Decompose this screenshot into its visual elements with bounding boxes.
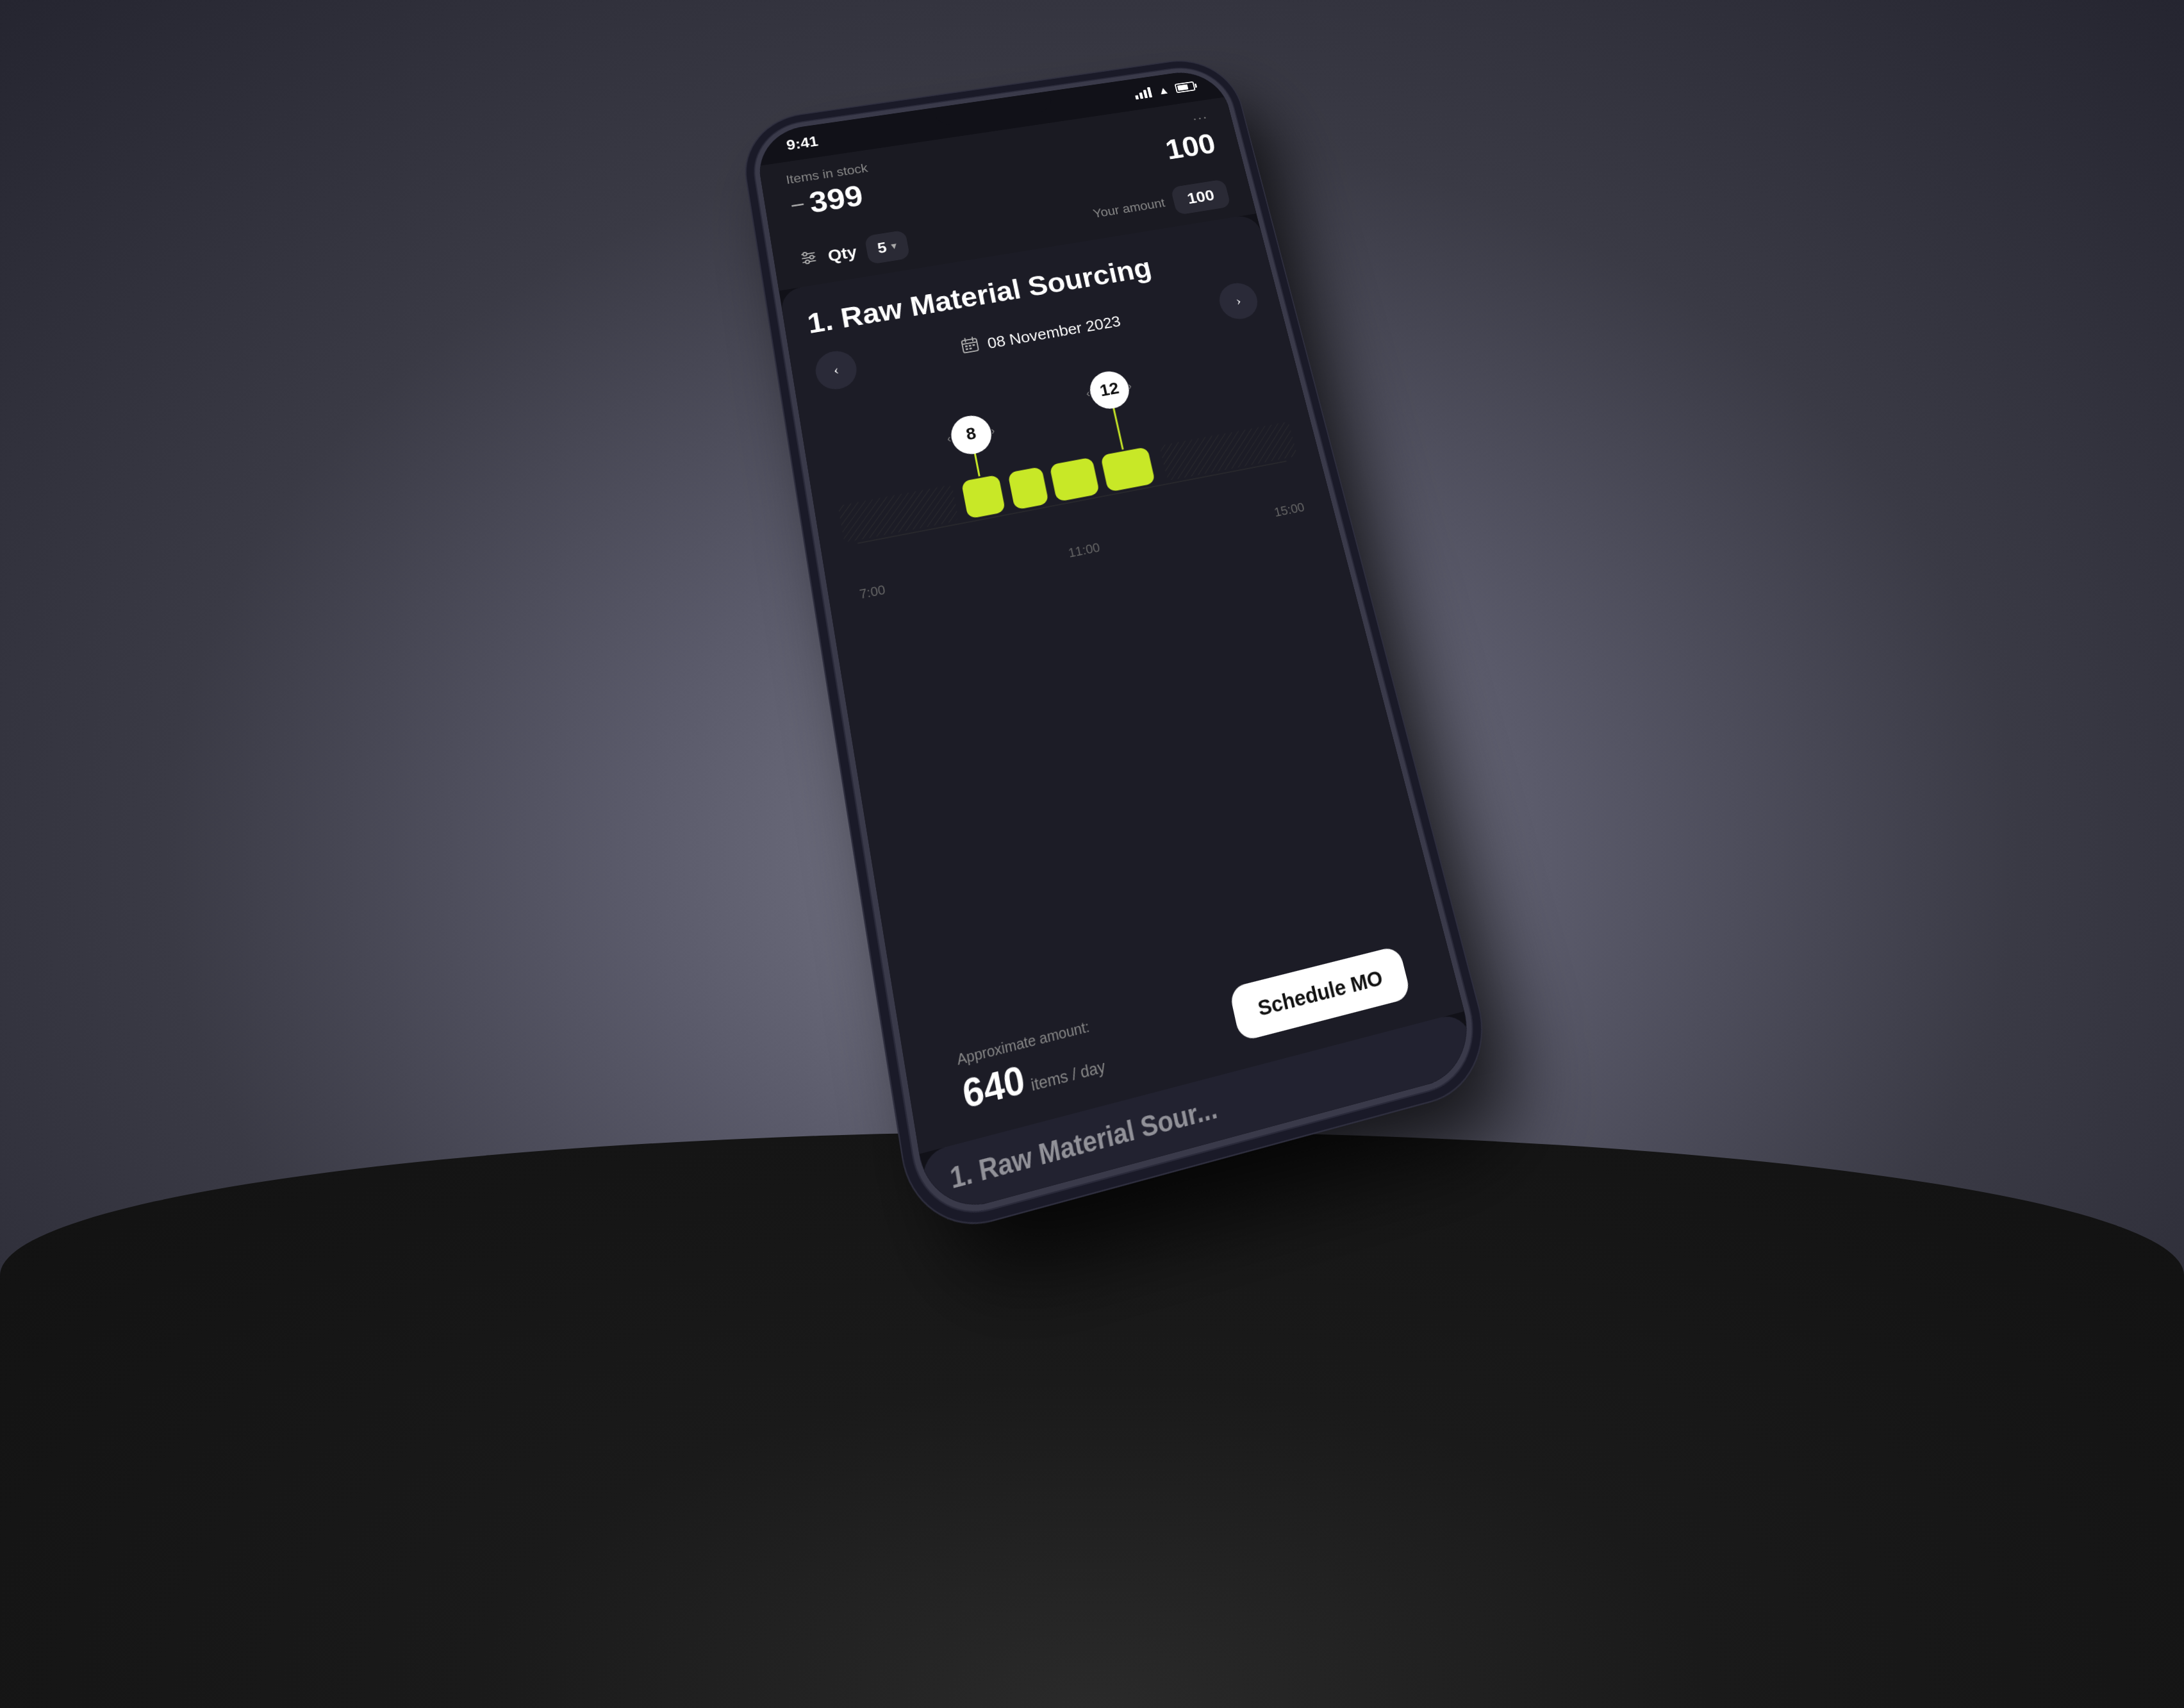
timeline-container: ‹ › 8 ‹ › [822, 331, 1416, 1043]
qty-value: 5 [876, 238, 888, 257]
svg-line-7 [963, 342, 977, 344]
app-content: Items in stock − 399 ··· 100 [759, 97, 1480, 1218]
svg-line-9 [972, 337, 973, 340]
filter-icon [798, 247, 820, 271]
status-time: 9:41 [785, 133, 820, 154]
dots-indicator: ··· [1191, 110, 1210, 126]
svg-rect-20 [1049, 457, 1100, 502]
volume-up-button[interactable] [775, 341, 790, 401]
qty-dropdown[interactable]: 5 ▾ [864, 229, 910, 264]
stock-number: 399 [807, 179, 865, 220]
stock-right: ··· 100 [1158, 110, 1219, 165]
main-card: 1. Raw Material Sourcing ‹ [779, 213, 1464, 1154]
stock-left: Items in stock − 399 [785, 161, 875, 222]
svg-line-8 [965, 338, 966, 342]
qty-label: Qty [827, 243, 859, 265]
time-label-start: 7:00 [858, 582, 886, 602]
amount-box[interactable]: 100 [1171, 179, 1231, 215]
svg-rect-10 [965, 345, 968, 347]
chevron-left-icon: ‹ [832, 361, 840, 378]
svg-rect-19 [1007, 467, 1049, 510]
stock-minus-icon: − [788, 192, 807, 219]
svg-rect-13 [966, 348, 968, 350]
svg-rect-12 [973, 344, 975, 346]
nav-next-button[interactable]: › [1216, 280, 1261, 322]
qty-section: Qty 5 ▾ [797, 229, 910, 275]
svg-point-5 [806, 260, 810, 263]
svg-rect-14 [970, 347, 972, 349]
svg-rect-18 [961, 474, 1006, 518]
svg-rect-11 [969, 345, 972, 347]
signal-icon [1134, 87, 1152, 100]
approx-unit: items / day [1029, 1057, 1107, 1095]
svg-rect-16 [838, 485, 959, 543]
svg-rect-21 [1100, 447, 1155, 492]
rock-base [0, 1131, 2184, 1708]
phone-wrapper: 9:41 ▲ [748, 62, 1486, 1227]
time-label-mid: 11:00 [1067, 540, 1101, 561]
time-label-end: 15:00 [1273, 500, 1306, 520]
chevron-right-icon: › [1234, 293, 1243, 308]
svg-point-3 [803, 252, 807, 256]
nav-prev-button[interactable]: ‹ [813, 348, 859, 392]
wifi-icon: ▲ [1157, 84, 1171, 97]
status-icons: ▲ [1134, 80, 1196, 101]
phone: 9:41 ▲ [748, 62, 1486, 1227]
date-text: 08 November 2023 [986, 312, 1122, 352]
battery-icon [1175, 81, 1196, 93]
your-amount-label: Your amount [1092, 196, 1167, 221]
battery-fill [1177, 84, 1189, 90]
screen: 9:41 ▲ [754, 67, 1480, 1218]
svg-text:‹: ‹ [946, 432, 952, 445]
stock-right-value: 100 [1162, 128, 1219, 166]
calendar-icon [960, 335, 981, 358]
approx-section: Approximate amount: 640 items / day [956, 1016, 1107, 1118]
svg-point-4 [809, 255, 814, 259]
volume-mute-button[interactable] [767, 289, 777, 324]
chevron-down-icon: ▾ [890, 239, 898, 252]
